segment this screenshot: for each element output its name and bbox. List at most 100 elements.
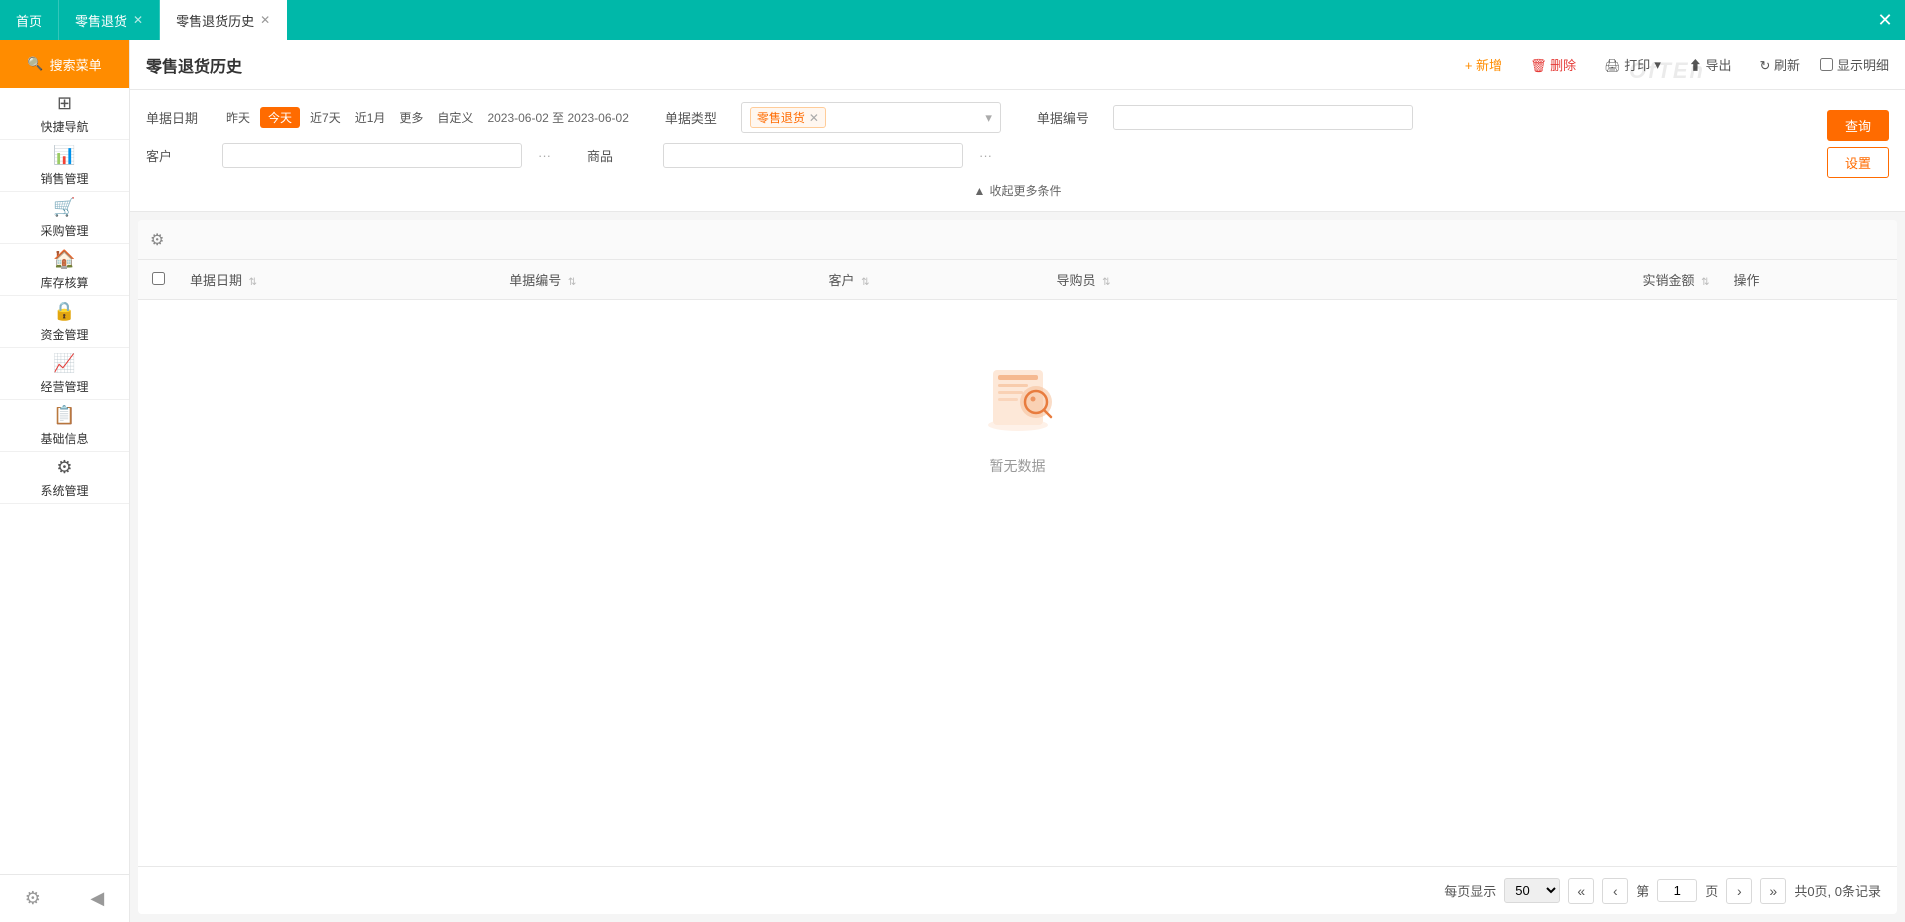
search-icon: 🔍 bbox=[27, 56, 43, 72]
date-filter-label: 单据日期 bbox=[146, 108, 206, 127]
th-amount-sort-icon: ⇅ bbox=[1701, 277, 1709, 288]
th-customer[interactable]: 客户 ⇅ bbox=[816, 260, 1044, 300]
empty-text: 暂无数据 bbox=[990, 456, 1046, 476]
first-page-button[interactable]: « bbox=[1568, 878, 1594, 904]
sidebar-item-basic-info[interactable]: 📋 基础信息 bbox=[0, 400, 129, 452]
date-options: 昨天 今天 近7天 近1月 更多 自定义 2023-06-02 至 2023-0… bbox=[222, 107, 629, 128]
export-button[interactable]: ⬆ 导出 bbox=[1681, 51, 1740, 78]
select-all-checkbox[interactable] bbox=[152, 272, 165, 285]
table-settings-icon[interactable]: ⚙ bbox=[150, 230, 164, 250]
sidebar-item-purchase-label: 采购管理 bbox=[40, 222, 88, 239]
th-amount[interactable]: 实销金额 ⇅ bbox=[1402, 260, 1721, 300]
sidebar-nav: ⊞ 快捷导航 📊 销售管理 🛒 采购管理 🏠 库存核算 🔒 资金管理 📈 bbox=[0, 88, 129, 874]
current-page-input[interactable] bbox=[1657, 879, 1697, 902]
date-opt-last-month[interactable]: 近1月 bbox=[351, 107, 390, 128]
date-opt-yesterday[interactable]: 昨天 bbox=[222, 107, 254, 128]
th-guide-sort-icon: ⇅ bbox=[1102, 277, 1110, 288]
sidebar: 🔍 搜索菜单 ⊞ 快捷导航 📊 销售管理 🛒 采购管理 🏠 库存核算 🔒 bbox=[0, 40, 130, 922]
purchase-icon: 🛒 bbox=[53, 197, 75, 218]
footer-collapse-icon[interactable]: ◀ bbox=[90, 888, 104, 909]
sidebar-search-label: 搜索菜单 bbox=[50, 55, 102, 74]
operations-icon: 📈 bbox=[53, 353, 75, 374]
customer-input[interactable] bbox=[222, 143, 522, 168]
doc-type-tag-close[interactable]: ✕ bbox=[809, 111, 819, 125]
filter-row-customer: 客户 ··· 商品 ··· bbox=[146, 143, 1889, 168]
sidebar-item-system-mgmt[interactable]: ⚙ 系统管理 bbox=[0, 452, 129, 504]
total-info: 共0页, 0条记录 bbox=[1794, 881, 1881, 900]
refresh-button[interactable]: ↻ 刷新 bbox=[1751, 51, 1808, 78]
filter-section: 单据日期 昨天 今天 近7天 近1月 更多 自定义 2023-06-02 至 2… bbox=[130, 90, 1905, 212]
date-opt-more[interactable]: 更多 bbox=[395, 107, 427, 128]
page-suffix-label: 页 bbox=[1705, 881, 1718, 900]
collapse-icon: ▲ bbox=[974, 184, 986, 198]
sidebar-item-finance[interactable]: 🔒 资金管理 bbox=[0, 296, 129, 348]
sidebar-item-operations-label: 经营管理 bbox=[40, 378, 88, 395]
sidebar-search[interactable]: 🔍 搜索菜单 bbox=[0, 40, 129, 88]
th-number[interactable]: 单据编号 ⇅ bbox=[497, 260, 816, 300]
sidebar-item-inventory[interactable]: 🏠 库存核算 bbox=[0, 244, 129, 296]
print-button[interactable]: 🖨 打印 ▾ bbox=[1596, 51, 1669, 78]
th-guide[interactable]: 导购员 ⇅ bbox=[1045, 260, 1319, 300]
show-detail-input[interactable] bbox=[1820, 58, 1833, 71]
empty-state: 暂无数据 bbox=[138, 300, 1897, 516]
goods-dots-button[interactable]: ··· bbox=[979, 148, 992, 163]
show-detail-checkbox[interactable]: 显示明细 bbox=[1820, 55, 1889, 74]
query-setting-panel: 查询 设置 bbox=[1827, 110, 1889, 178]
th-spacer bbox=[1318, 260, 1402, 300]
top-bar: 首页 零售退货 ✕ 零售退货历史 ✕ ✕ bbox=[0, 0, 1905, 40]
th-number-sort-icon: ⇅ bbox=[568, 277, 576, 288]
tab-retail-return-history[interactable]: 零售退货历史 ✕ bbox=[160, 0, 287, 40]
date-opt-today[interactable]: 今天 bbox=[260, 107, 300, 128]
page-header: 零售退货历史 + 新增 🗑 删除 🖨 打印 ▾ ⬆ 导出 ↻ 刷新 bbox=[130, 40, 1905, 90]
inventory-icon: 🏠 bbox=[53, 249, 75, 270]
th-date-sort-icon: ⇅ bbox=[249, 277, 257, 288]
sidebar-item-sales-label: 销售管理 bbox=[40, 170, 88, 187]
system-icon: ⚙ bbox=[56, 457, 72, 478]
page-title: 零售退货历史 bbox=[146, 53, 1457, 77]
table-wrapper: 单据日期 ⇅ 单据编号 ⇅ 客户 ⇅ bbox=[138, 260, 1897, 866]
th-checkbox bbox=[138, 260, 178, 300]
content-area: 零售退货历史 + 新增 🗑 删除 🖨 打印 ▾ ⬆ 导出 ↻ 刷新 bbox=[130, 40, 1905, 922]
th-date[interactable]: 单据日期 ⇅ bbox=[178, 260, 497, 300]
page-prefix-label: 第 bbox=[1636, 881, 1649, 900]
doc-type-select[interactable]: 零售退货 ✕ ▾ bbox=[741, 102, 1001, 133]
filter-row-date: 单据日期 昨天 今天 近7天 近1月 更多 自定义 2023-06-02 至 2… bbox=[146, 102, 1889, 133]
table-section: ⚙ 单据日期 ⇅ 单据编号 bbox=[138, 220, 1897, 914]
sidebar-item-quick-nav[interactable]: ⊞ 快捷导航 bbox=[0, 88, 129, 140]
customer-dots-button[interactable]: ··· bbox=[538, 148, 551, 163]
doc-number-filter-label: 单据编号 bbox=[1037, 108, 1097, 127]
query-button[interactable]: 查询 bbox=[1827, 110, 1889, 141]
footer-settings-icon[interactable]: ⚙ bbox=[25, 888, 41, 909]
tab-retail-return-close[interactable]: ✕ bbox=[133, 13, 143, 27]
goods-input[interactable] bbox=[663, 143, 963, 168]
next-page-button[interactable]: › bbox=[1726, 878, 1752, 904]
sidebar-item-inventory-label: 库存核算 bbox=[40, 274, 88, 291]
empty-illustration bbox=[968, 340, 1068, 440]
sidebar-item-basic-info-label: 基础信息 bbox=[40, 430, 88, 447]
setting-button[interactable]: 设置 bbox=[1827, 147, 1889, 178]
tab-retail-return[interactable]: 零售退货 ✕ bbox=[59, 0, 160, 40]
last-page-button[interactable]: » bbox=[1760, 878, 1786, 904]
sales-icon: 📊 bbox=[53, 145, 75, 166]
date-opt-last7[interactable]: 近7天 bbox=[306, 107, 345, 128]
sidebar-footer: ⚙ ◀ bbox=[0, 874, 129, 922]
date-range-display: 2023-06-02 至 2023-06-02 bbox=[487, 109, 628, 126]
sidebar-item-operations[interactable]: 📈 经营管理 bbox=[0, 348, 129, 400]
add-button[interactable]: + 新增 bbox=[1457, 51, 1510, 78]
collapse-bar[interactable]: ▲ 收起更多条件 bbox=[146, 178, 1889, 199]
sidebar-item-purchase-mgmt[interactable]: 🛒 采购管理 bbox=[0, 192, 129, 244]
delete-button[interactable]: 🗑 删除 bbox=[1522, 51, 1584, 78]
prev-page-button[interactable]: ‹ bbox=[1602, 878, 1628, 904]
header-actions: + 新增 🗑 删除 🖨 打印 ▾ ⬆ 导出 ↻ 刷新 显示明细 bbox=[1457, 51, 1889, 78]
app-close-button[interactable]: ✕ bbox=[1865, 0, 1905, 40]
th-action: 操作 bbox=[1722, 260, 1897, 300]
doc-number-input[interactable] bbox=[1113, 105, 1413, 130]
date-opt-custom[interactable]: 自定义 bbox=[433, 107, 477, 128]
tab-retail-return-history-close[interactable]: ✕ bbox=[260, 13, 270, 27]
sidebar-item-sales-mgmt[interactable]: 📊 销售管理 bbox=[0, 140, 129, 192]
page-size-select[interactable]: 50 10 20 100 bbox=[1504, 878, 1560, 903]
tab-home[interactable]: 首页 bbox=[0, 0, 59, 40]
doc-type-chevron-icon: ▾ bbox=[985, 110, 992, 126]
main-layout: 🔍 搜索菜单 ⊞ 快捷导航 📊 销售管理 🛒 采购管理 🏠 库存核算 🔒 bbox=[0, 40, 1905, 922]
page-size-label: 每页显示 bbox=[1444, 881, 1496, 900]
